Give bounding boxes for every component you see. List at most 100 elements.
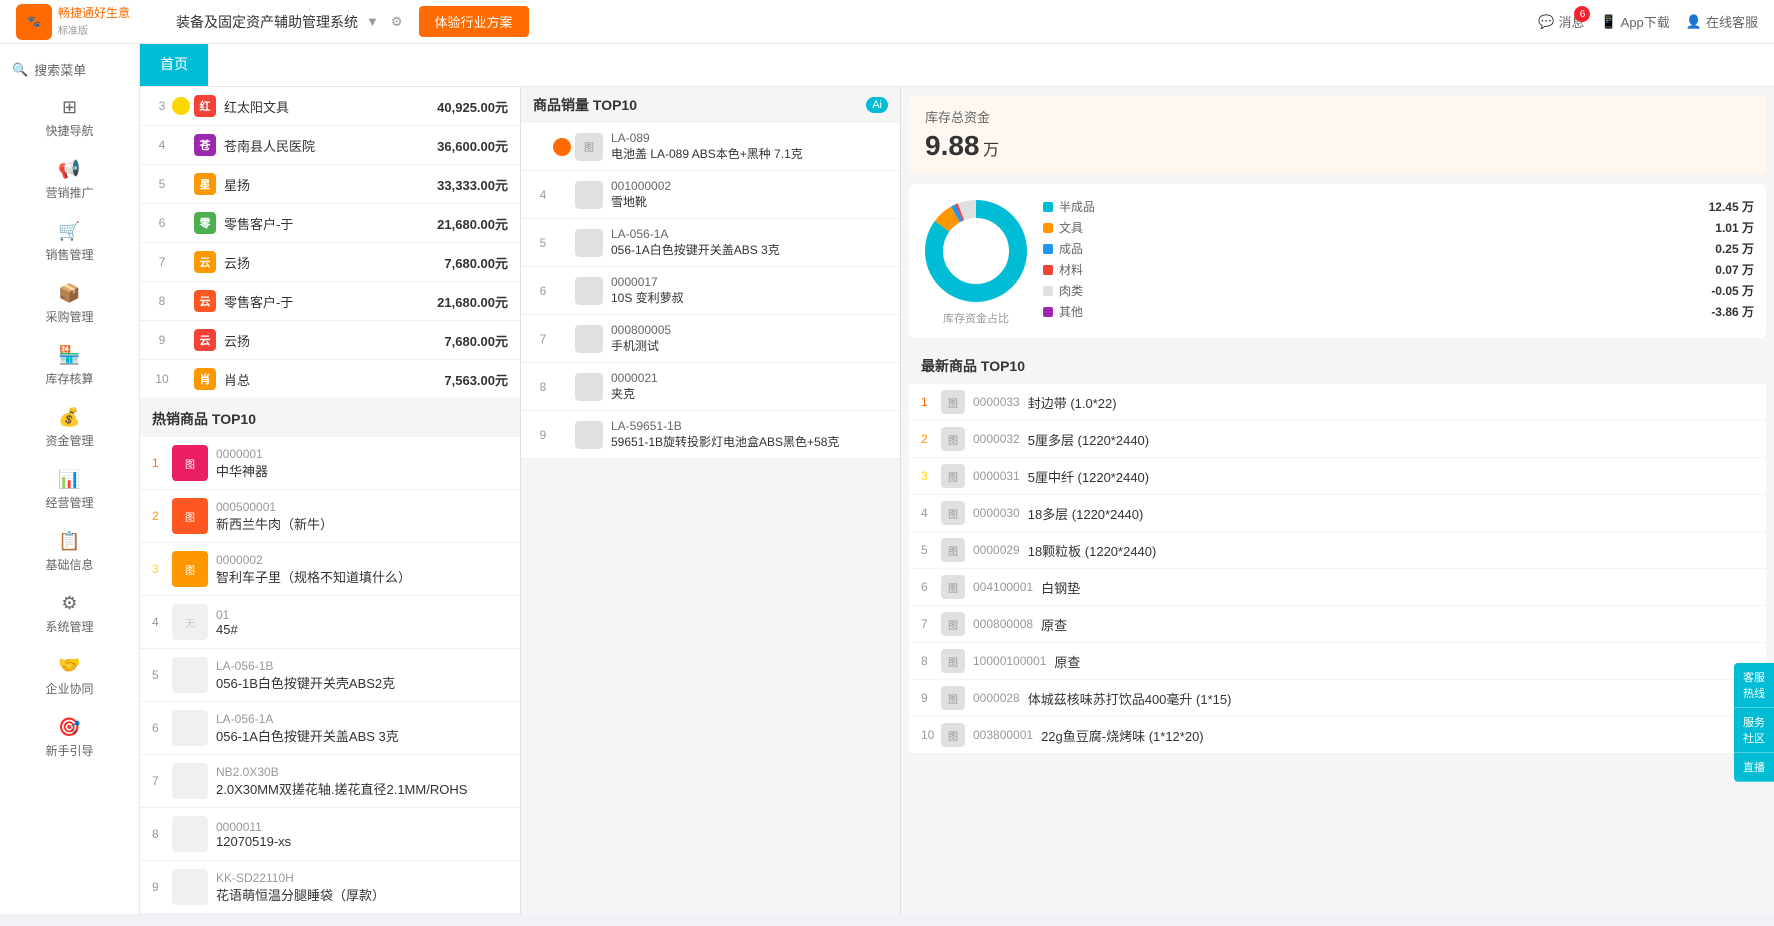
live-broadcast-button[interactable]: 直播 (1734, 753, 1774, 782)
list-item: 6 0000017 10S 变利萝叔 (521, 267, 900, 315)
product-thumbnail (172, 763, 208, 799)
list-item: 3 图 0000031 5厘中纤 (1220*2440) (909, 458, 1766, 495)
new-products-header: 最新商品 TOP10 (909, 348, 1766, 384)
customer-top10: 3 红 红太阳文具 40,925.00元 4 苍 苍南县人民医院 36,600.… (140, 87, 520, 399)
sidebar-label-cooperation: 企业协同 (45, 680, 93, 697)
header-right: 💬 消息 6 📱 App下载 👤 在线客服 (1538, 12, 1758, 31)
left-column: 3 红 红太阳文具 40,925.00元 4 苍 苍南县人民医院 36,600.… (140, 87, 520, 914)
list-item: 5 LA-056-1A 056-1A白色按键开关盖ABS 3克 (521, 219, 900, 267)
sidebar-label-operations: 经营管理 (45, 494, 93, 511)
sidebar-item-marketing[interactable]: 📢 营销推广 (0, 149, 139, 211)
legend-item: 成品 0.25 万 (1043, 240, 1754, 257)
online-service-button[interactable]: 👤 在线客服 (1686, 12, 1758, 31)
product-thumbnail: 图 (172, 498, 208, 534)
product-icon (575, 325, 603, 353)
hot-products-header: 热销商品 TOP10 (140, 401, 520, 437)
sidebar-label-guide: 新手引导 (45, 742, 93, 759)
product-icon: 图 (941, 612, 965, 636)
donut-svg (921, 196, 1031, 306)
service-label: 在线客服 (1706, 12, 1758, 31)
product-icon: 图 (941, 538, 965, 562)
content-area: 3 红 红太阳文具 40,925.00元 4 苍 苍南县人民医院 36,600.… (140, 87, 1774, 914)
legend-color-dot (1043, 307, 1053, 317)
product-thumbnail: 无 (172, 604, 208, 640)
sidebar-item-system[interactable]: ⚙ 系统管理 (0, 583, 139, 645)
inventory-card: 库存总资金 9.88 万 (909, 95, 1766, 174)
marketing-icon: 📢 (58, 159, 80, 180)
sidebar-item-operations[interactable]: 📊 经营管理 (0, 459, 139, 521)
service-icon: 👤 (1686, 14, 1702, 30)
basic-info-icon: 📋 (58, 531, 80, 552)
right-column: 库存总资金 9.88 万 (900, 87, 1774, 914)
inventory-unit: 万 (983, 142, 999, 159)
new-products-list: 1 图 0000033 封边带 (1.0*22) 2 图 0000032 5厘多… (909, 384, 1766, 754)
product-icon (575, 229, 603, 257)
product-icon: 图 (941, 427, 965, 451)
sidebar-item-purchase[interactable]: 📦 采购管理 (0, 273, 139, 335)
list-item: 10 肖 肖总 7,563.00元 (140, 360, 520, 399)
settings-icon[interactable]: ⚙ (391, 14, 403, 30)
sidebar-item-sales[interactable]: 🛒 销售管理 (0, 211, 139, 273)
list-item: 4 图 0000030 18多层 (1220*2440) (909, 495, 1766, 532)
sidebar-label-sales: 销售管理 (45, 246, 93, 263)
logo-sub: 标准版 (58, 22, 130, 37)
operations-icon: 📊 (58, 469, 80, 490)
list-item: 6 LA-056-1A 056-1A白色按键开关盖ABS 3克 (140, 702, 520, 755)
sales-badge: Ai (866, 97, 888, 113)
sidebar-item-quick-nav[interactable]: ⊞ 快捷导航 (0, 87, 139, 149)
customer-avatar: 云 (194, 251, 216, 273)
customer-avatar: 云 (194, 290, 216, 312)
guide-icon: 🎯 (58, 717, 80, 738)
sidebar-item-inventory[interactable]: 🏪 库存核算 (0, 335, 139, 397)
tab-home[interactable]: 首页 (140, 44, 208, 86)
customer-service-button[interactable]: 客服热线 (1734, 663, 1774, 708)
product-sales-header: 商品销量 TOP10 Ai (521, 87, 900, 123)
logo-icon: 🐾 (16, 4, 52, 40)
chart-legend: 半成品 12.45 万 文具 1.01 万 成品 0.25 万 (1043, 198, 1754, 324)
sidebar-item-finance[interactable]: 💰 资金管理 (0, 397, 139, 459)
rank-badge-3 (172, 97, 190, 115)
list-item: 4 苍 苍南县人民医院 36,600.00元 (140, 126, 520, 165)
dropdown-arrow-icon[interactable]: ▼ (366, 14, 379, 29)
search-menu[interactable]: 🔍 搜索菜单 (0, 52, 139, 87)
nav-tabs: 首页 (140, 44, 1774, 87)
trial-button[interactable]: 体验行业方案 (419, 6, 529, 37)
app-download-button[interactable]: 📱 App下载 (1600, 12, 1669, 31)
sidebar-item-guide[interactable]: 🎯 新手引导 (0, 707, 139, 769)
layout: 🔍 搜索菜单 ⊞ 快捷导航 📢 营销推广 🛒 销售管理 📦 采购管理 🏪 库存核… (0, 44, 1774, 914)
sidebar: 🔍 搜索菜单 ⊞ 快捷导航 📢 营销推广 🛒 销售管理 📦 采购管理 🏪 库存核… (0, 44, 140, 914)
home-icon: ⊞ (62, 97, 77, 118)
logo: 🐾 畅捷通好生意 标准版 (16, 4, 156, 40)
sidebar-item-cooperation[interactable]: 🤝 企业协同 (0, 645, 139, 707)
system-icon: ⚙ (61, 593, 77, 614)
new-products-title: 最新商品 TOP10 (921, 356, 1025, 376)
sidebar-label-purchase: 采购管理 (45, 308, 93, 325)
message-badge: 6 (1574, 6, 1590, 22)
sidebar-label-quick-nav: 快捷导航 (45, 122, 93, 139)
product-icon: 图 (941, 649, 965, 673)
sidebar-item-basic-info[interactable]: 📋 基础信息 (0, 521, 139, 583)
list-item: 3 图 0000002 智利车子里（规格不知道填什么） (140, 543, 520, 596)
product-sales-title: 商品销量 TOP10 (533, 95, 637, 115)
logo-text: 畅捷通好生意 (58, 6, 130, 22)
message-button[interactable]: 💬 消息 6 (1538, 12, 1584, 31)
hot-products-list: 1 图 0000001 中华神器 2 图 000500001 (140, 437, 520, 914)
sidebar-label-system: 系统管理 (45, 618, 93, 635)
product-thumbnail (172, 710, 208, 746)
product-icon: 图 (941, 723, 965, 747)
list-item: 8 0000011 12070519-xs (140, 808, 520, 861)
message-icon: 💬 (1538, 14, 1554, 30)
list-item: 6 图 004100001 白钢垫 (909, 569, 1766, 606)
list-item: 7 云 云扬 7,680.00元 (140, 243, 520, 282)
product-thumbnail: 图 (172, 445, 208, 481)
customer-avatar: 苍 (194, 134, 216, 156)
hot-products-section: 热销商品 TOP10 1 图 0000001 中华神器 2 (140, 401, 520, 914)
list-item: 9 LA-59651-1B 59651-1B旋转投影灯电池盒ABS黑色+58克 (521, 411, 900, 459)
purchase-icon: 📦 (58, 283, 80, 304)
sidebar-label-marketing: 营销推广 (45, 184, 93, 201)
donut-chart (921, 196, 1031, 306)
service-community-button[interactable]: 服务社区 (1734, 708, 1774, 753)
list-item: 1 图 0000001 中华神器 (140, 437, 520, 490)
list-item: 1 图 0000033 封边带 (1.0*22) (909, 384, 1766, 421)
header: 🐾 畅捷通好生意 标准版 装备及固定资产辅助管理系统 ▼ ⚙ 体验行业方案 💬 … (0, 0, 1774, 44)
